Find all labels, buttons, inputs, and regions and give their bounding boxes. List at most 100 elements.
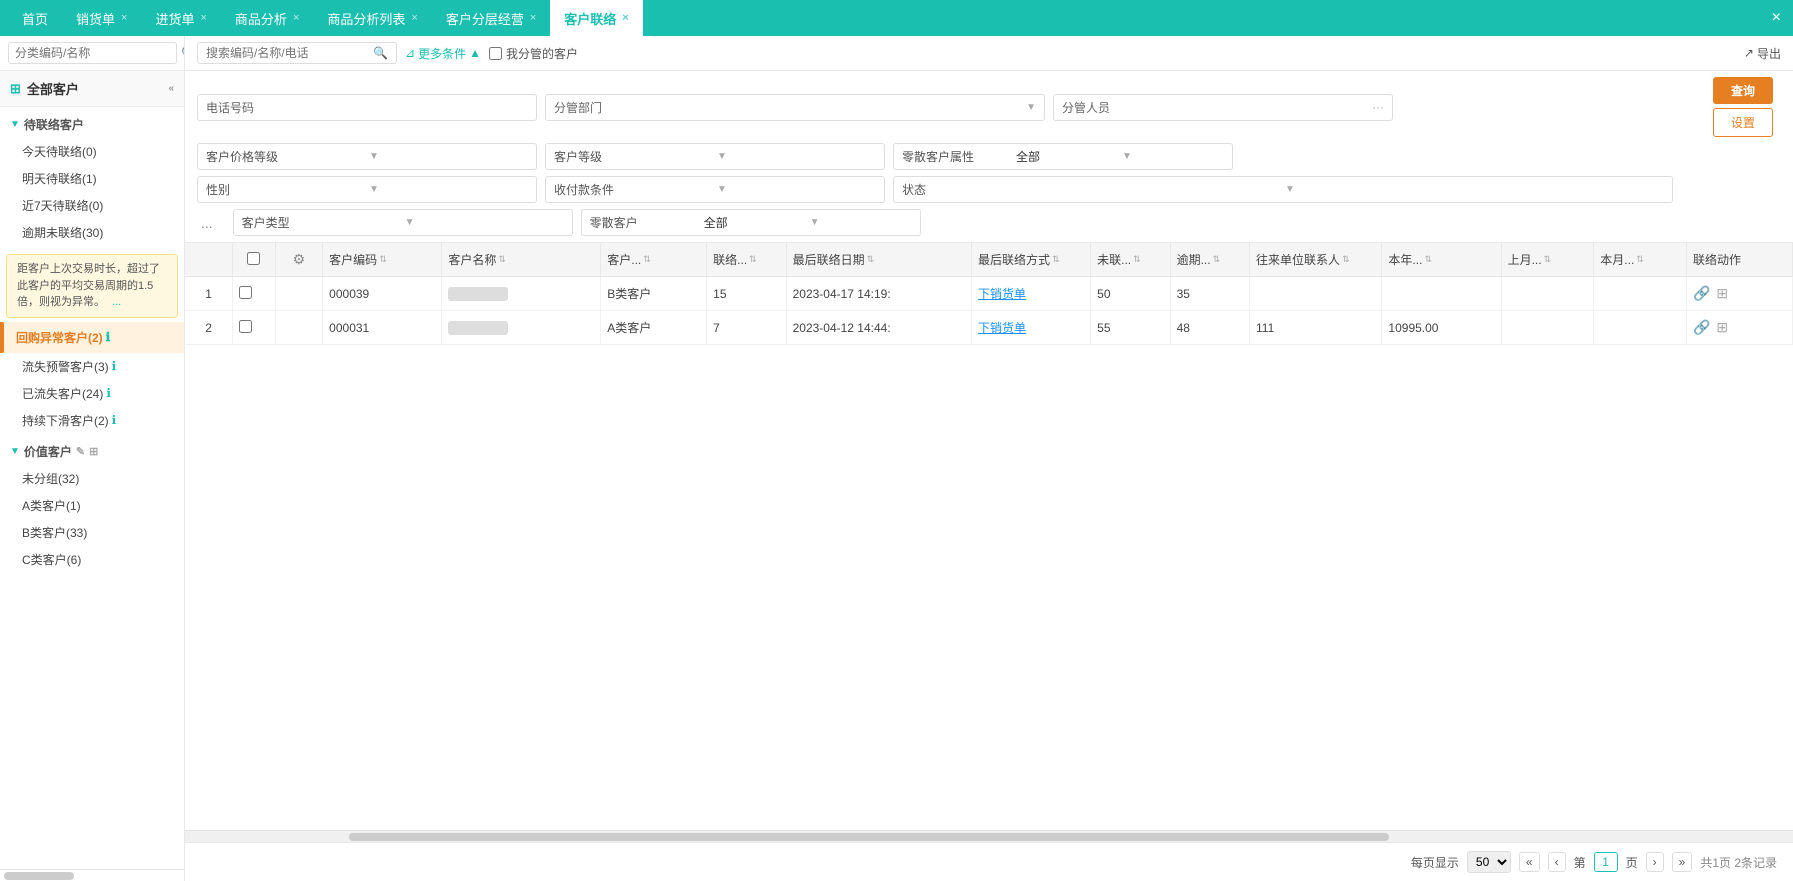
- lost-warning-info-icon[interactable]: ℹ: [112, 359, 117, 373]
- retail-customer-dropdown-icon[interactable]: ▼: [810, 217, 912, 228]
- menu-action-icon-1[interactable]: ⊞: [1716, 285, 1728, 302]
- current-page-input[interactable]: 1: [1594, 852, 1618, 872]
- phone-filter[interactable]: 电话号码: [197, 94, 537, 121]
- sort-last-month-icon[interactable]: ⇅: [1544, 254, 1552, 265]
- filter-search-icon[interactable]: 🔍: [373, 46, 388, 60]
- close-purchase-tab-icon[interactable]: ×: [200, 12, 206, 24]
- th-overdue[interactable]: 逾期... ⇅: [1170, 243, 1249, 277]
- declining-info-icon[interactable]: ℹ: [112, 413, 117, 427]
- branch-dept-dropdown-icon[interactable]: ▼: [1026, 102, 1036, 113]
- sidebar-search-input[interactable]: [8, 42, 177, 64]
- sort-customer-code-icon[interactable]: ⇅: [379, 254, 387, 265]
- tooltip-ellipsis[interactable]: ...: [112, 296, 121, 308]
- sidebar-scroll[interactable]: [0, 869, 184, 881]
- nav-tab-sales[interactable]: 销货单 ×: [62, 0, 141, 36]
- sidebar-item-lost-warning[interactable]: 流失预警客户(3) ℹ: [0, 353, 184, 380]
- all-customers-title[interactable]: ⊞ 全部客户 «: [0, 71, 184, 107]
- th-last-contact-method[interactable]: 最后联络方式 ⇅: [971, 243, 1090, 277]
- query-button[interactable]: 查询: [1713, 77, 1773, 104]
- status-filter[interactable]: 状态 ▼: [893, 176, 1673, 203]
- th-unit-contact[interactable]: 往来单位联系人 ⇅: [1250, 243, 1382, 277]
- th-this-month[interactable]: 本月... ⇅: [1594, 243, 1687, 277]
- th-contact-count[interactable]: 联络... ⇅: [707, 243, 786, 277]
- nav-tab-customer-segmentation[interactable]: 客户分层经营 ×: [432, 0, 550, 36]
- first-page-button[interactable]: «: [1519, 852, 1540, 872]
- filter-row4-ellipsis[interactable]: ...: [197, 215, 217, 231]
- filter-more-conditions-button[interactable]: ⊿ 更多条件 ▲: [405, 45, 481, 62]
- td-last-contact-method-1[interactable]: 下销货单: [971, 277, 1090, 311]
- customer-price-level-filter[interactable]: 客户价格等级 ▼: [197, 143, 537, 170]
- filter-search-input[interactable]: [206, 46, 369, 60]
- customer-level-dropdown-icon[interactable]: ▼: [717, 151, 876, 162]
- sort-this-month-icon[interactable]: ⇅: [1636, 254, 1644, 265]
- last-page-button[interactable]: »: [1672, 852, 1693, 872]
- sidebar-item-overdue-contact[interactable]: 逾期未联络(30): [0, 219, 184, 246]
- sidebar-item-class-a[interactable]: A类客户(1): [0, 492, 184, 519]
- sidebar-item-class-c[interactable]: C类客户(6): [0, 546, 184, 573]
- th-customer-code[interactable]: 客户编码 ⇅: [323, 243, 442, 277]
- th-this-year[interactable]: 本年... ⇅: [1382, 243, 1501, 277]
- horizontal-scrollbar-thumb[interactable]: [349, 833, 1389, 841]
- close-product-analysis-tab-icon[interactable]: ×: [293, 12, 299, 24]
- sort-customer-name-icon[interactable]: ⇅: [498, 254, 506, 265]
- th-last-month[interactable]: 上月... ⇅: [1501, 243, 1594, 277]
- branch-person-filter[interactable]: 分管人员 ···: [1053, 94, 1393, 121]
- price-level-dropdown-icon[interactable]: ▼: [369, 151, 528, 162]
- customer-type-filter[interactable]: 客户类型 ▼: [233, 209, 573, 236]
- th-uncontacted[interactable]: 未联... ⇅: [1091, 243, 1170, 277]
- select-all-checkbox[interactable]: [247, 252, 260, 265]
- status-dropdown-icon[interactable]: ▼: [1285, 184, 1664, 195]
- customer-type-dropdown-icon[interactable]: ▼: [405, 217, 564, 228]
- th-customer-type[interactable]: 客户... ⇅: [601, 243, 707, 277]
- edit-value-group-icon[interactable]: ✎: [76, 445, 85, 458]
- sort-customer-type-icon[interactable]: ⇅: [643, 254, 651, 265]
- value-customer-group-title[interactable]: ▼ 价值客户 ✎ ⊞: [0, 438, 184, 465]
- gender-dropdown-icon[interactable]: ▼: [369, 184, 528, 195]
- sort-unit-contact-icon[interactable]: ⇅: [1342, 254, 1350, 265]
- th-last-contact-date[interactable]: 最后联络日期 ⇅: [786, 243, 971, 277]
- sort-uncontacted-icon[interactable]: ⇅: [1133, 254, 1141, 265]
- td-last-contact-method-2[interactable]: 下销货单: [971, 311, 1090, 345]
- my-customers-checkbox-input[interactable]: [489, 47, 502, 60]
- th-customer-name[interactable]: 客户名称 ⇅: [442, 243, 601, 277]
- sidebar-scroll-thumb[interactable]: [4, 872, 74, 880]
- retail-attr-select[interactable]: 零散客户属性 全部 ▼: [893, 143, 1233, 170]
- nav-tab-product-analysis[interactable]: 商品分析 ×: [221, 0, 313, 36]
- td-check-1[interactable]: [233, 277, 275, 311]
- close-customer-seg-tab-icon[interactable]: ×: [530, 12, 536, 24]
- repurchase-info-icon[interactable]: ℹ: [106, 330, 111, 344]
- row1-checkbox[interactable]: [239, 286, 252, 299]
- per-page-select[interactable]: 50: [1467, 851, 1511, 873]
- sidebar-item-tomorrow-contact[interactable]: 明天待联络(1): [0, 165, 184, 192]
- branch-dept-filter[interactable]: 分管部门 ▼: [545, 94, 1045, 121]
- retail-customer-select[interactable]: 零散客户 全部 ▼: [581, 209, 921, 236]
- th-checkbox[interactable]: [233, 243, 275, 277]
- export-button[interactable]: ↗ 导出: [1744, 45, 1781, 62]
- pending-contact-group-title[interactable]: ▼ 待联络客户: [0, 111, 184, 138]
- gender-filter[interactable]: 性别 ▼: [197, 176, 537, 203]
- settings-button[interactable]: 设置: [1713, 108, 1773, 137]
- retail-attr-dropdown-icon[interactable]: ▼: [1122, 151, 1224, 162]
- close-product-list-tab-icon[interactable]: ×: [411, 12, 417, 24]
- close-sales-tab-icon[interactable]: ×: [121, 12, 127, 24]
- sidebar-item-already-lost[interactable]: 已流失客户(24) ℹ: [0, 380, 184, 407]
- horizontal-scrollbar[interactable]: [185, 830, 1793, 842]
- payment-terms-dropdown-icon[interactable]: ▼: [717, 184, 876, 195]
- sidebar-item-today-contact[interactable]: 今天待联络(0): [0, 138, 184, 165]
- payment-terms-filter[interactable]: 收付款条件 ▼: [545, 176, 885, 203]
- already-lost-info-icon[interactable]: ℹ: [106, 386, 111, 400]
- sidebar-item-declining[interactable]: 持续下滑客户(2) ℹ: [0, 407, 184, 434]
- link-action-icon-2[interactable]: 🔗: [1693, 319, 1710, 336]
- nav-tab-product-list[interactable]: 商品分析列表 ×: [313, 0, 431, 36]
- sort-contact-count-icon[interactable]: ⇅: [749, 254, 757, 265]
- close-customer-contact-tab-icon[interactable]: ×: [622, 12, 628, 24]
- menu-action-icon-2[interactable]: ⊞: [1716, 319, 1728, 336]
- prev-page-button[interactable]: ‹: [1548, 852, 1566, 872]
- my-customers-checkbox[interactable]: 我分管的客户: [489, 45, 578, 62]
- sidebar-item-7day-contact[interactable]: 近7天待联络(0): [0, 192, 184, 219]
- table-settings-gear-icon[interactable]: ⚙: [293, 251, 306, 267]
- th-settings-icon[interactable]: ⚙: [275, 243, 323, 277]
- td-check-2[interactable]: [233, 311, 275, 345]
- sort-this-year-icon[interactable]: ⇅: [1424, 254, 1432, 265]
- add-value-group-icon[interactable]: ⊞: [89, 445, 98, 458]
